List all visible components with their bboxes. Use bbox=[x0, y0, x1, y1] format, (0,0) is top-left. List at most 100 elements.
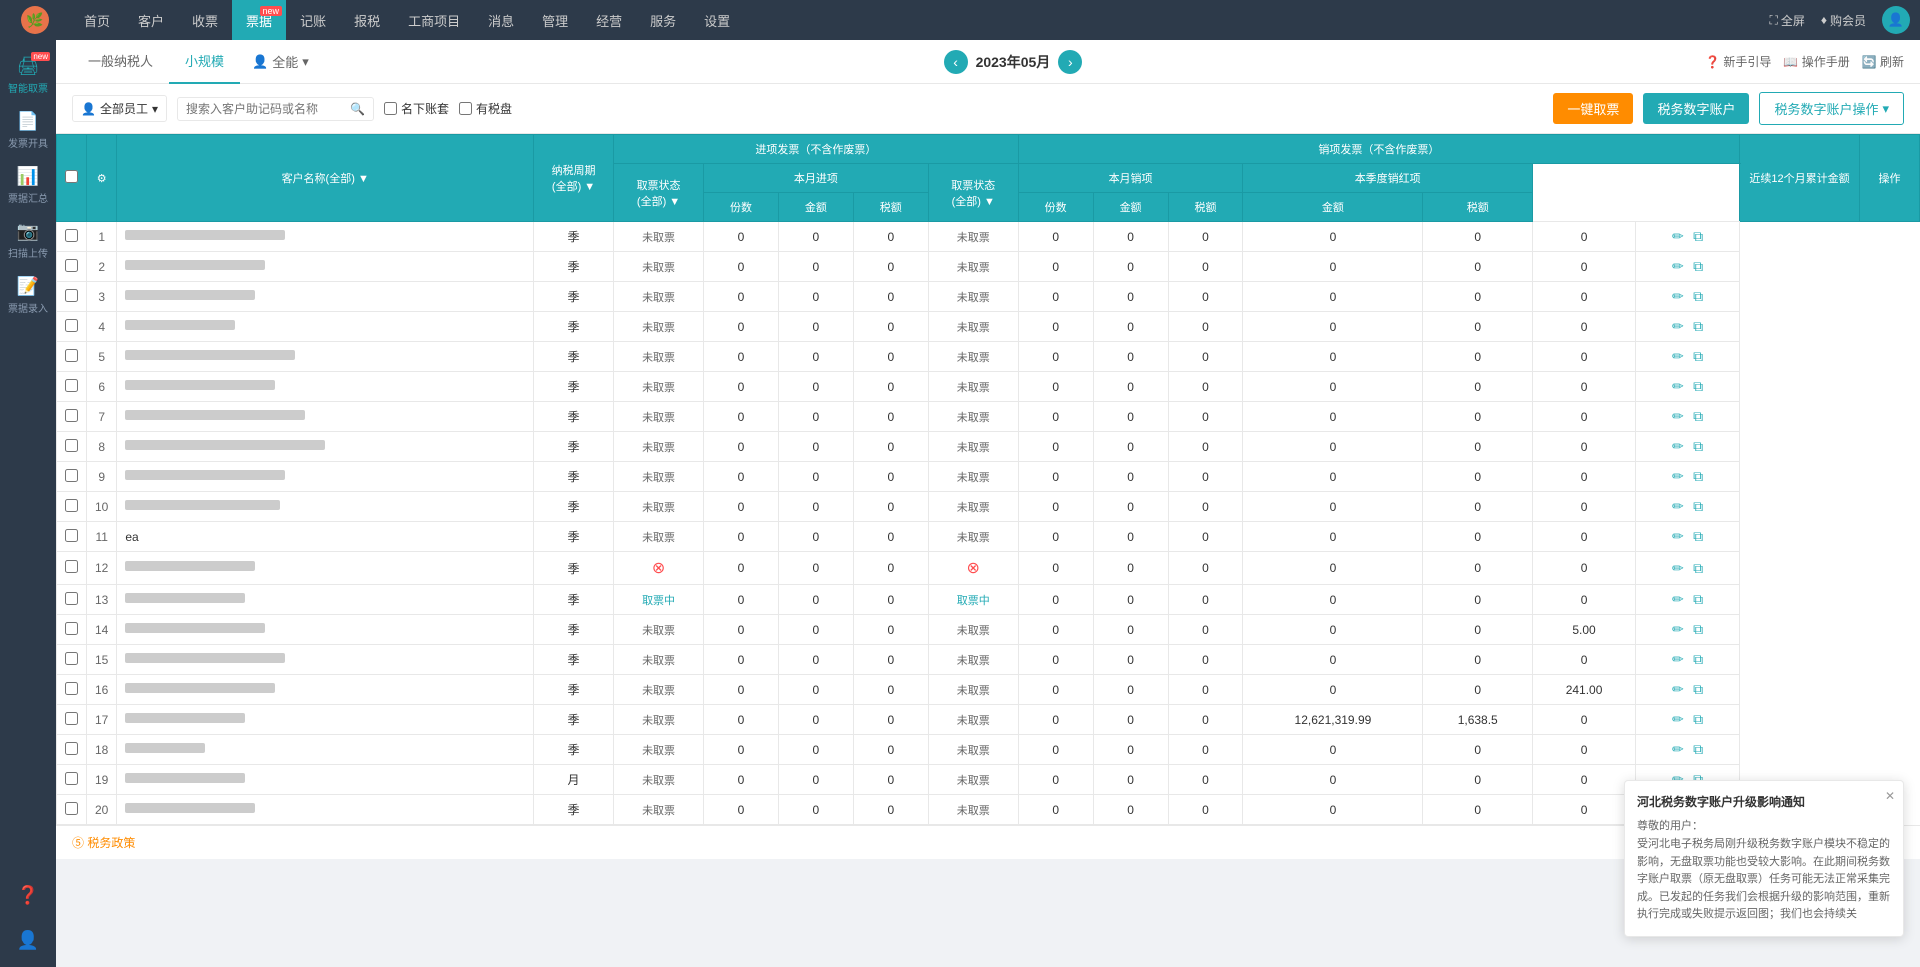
prev-month-button[interactable]: ‹ bbox=[944, 50, 968, 74]
row-checkbox[interactable] bbox=[65, 622, 78, 635]
row-checkbox[interactable] bbox=[65, 652, 78, 665]
copy-button[interactable]: ⧉ bbox=[1690, 228, 1706, 245]
row-checkbox[interactable] bbox=[65, 529, 78, 542]
tab-general-taxpayer[interactable]: 一般纳税人 bbox=[72, 40, 169, 84]
edit-button[interactable]: ✏ bbox=[1669, 741, 1687, 758]
nav-business[interactable]: 工商项目 bbox=[394, 0, 474, 40]
next-month-button[interactable]: › bbox=[1058, 50, 1082, 74]
edit-button[interactable]: ✏ bbox=[1669, 621, 1687, 638]
edit-button[interactable]: ✏ bbox=[1669, 318, 1687, 335]
sidebar-item-summary[interactable]: 📊 票据汇总 bbox=[0, 158, 56, 213]
refresh-link[interactable]: 🔄 刷新 bbox=[1862, 53, 1904, 70]
copy-button[interactable]: ⧉ bbox=[1690, 378, 1706, 395]
row-checkbox[interactable] bbox=[65, 439, 78, 452]
copy-button[interactable]: ⧉ bbox=[1690, 348, 1706, 365]
sidebar-item-scan[interactable]: 📷 扫描上传 bbox=[0, 213, 56, 268]
th-tax-period[interactable]: 纳税周期(全部) ▼ bbox=[534, 135, 614, 222]
nav-bookkeeping[interactable]: 记账 bbox=[286, 0, 340, 40]
search-input[interactable] bbox=[186, 102, 346, 116]
nav-customer[interactable]: 客户 bbox=[124, 0, 178, 40]
row-checkbox[interactable] bbox=[65, 319, 78, 332]
edit-button[interactable]: ✏ bbox=[1669, 651, 1687, 668]
nav-settings[interactable]: 设置 bbox=[690, 0, 744, 40]
sidebar-item-help[interactable]: ❓ bbox=[0, 877, 56, 914]
search-icon[interactable]: 🔍 bbox=[350, 102, 365, 116]
edit-button[interactable]: ✏ bbox=[1669, 528, 1687, 545]
row-checkbox[interactable] bbox=[65, 592, 78, 605]
edit-button[interactable]: ✏ bbox=[1669, 288, 1687, 305]
edit-button[interactable]: ✏ bbox=[1669, 498, 1687, 515]
nav-tax[interactable]: 报税 bbox=[340, 0, 394, 40]
nav-service[interactable]: 服务 bbox=[636, 0, 690, 40]
sidebar-item-issue-invoice[interactable]: 📄 发票开具 bbox=[0, 103, 56, 158]
copy-button[interactable]: ⧉ bbox=[1690, 528, 1706, 545]
copy-button[interactable]: ⧉ bbox=[1690, 560, 1706, 577]
row-checkbox[interactable] bbox=[65, 560, 78, 573]
tax-disk-checkbox[interactable] bbox=[459, 102, 472, 115]
nav-ticket[interactable]: 票据 new bbox=[232, 0, 286, 40]
sidebar-item-entry[interactable]: 📝 票据录入 bbox=[0, 268, 56, 323]
select-all-checkbox[interactable] bbox=[65, 170, 78, 183]
one-key-fetch-button[interactable]: 一键取票 bbox=[1553, 93, 1633, 124]
edit-button[interactable]: ✏ bbox=[1669, 258, 1687, 275]
row-checkbox[interactable] bbox=[65, 712, 78, 725]
tab-full[interactable]: 👤 全能 ▾ bbox=[240, 52, 321, 71]
edit-button[interactable]: ✏ bbox=[1669, 560, 1687, 577]
nav-receive[interactable]: 收票 bbox=[178, 0, 232, 40]
copy-button[interactable]: ⧉ bbox=[1690, 711, 1706, 728]
account-checkbox[interactable] bbox=[384, 102, 397, 115]
row-checkbox[interactable] bbox=[65, 349, 78, 362]
row-checkbox[interactable] bbox=[65, 469, 78, 482]
row-checkbox[interactable] bbox=[65, 682, 78, 695]
th-customer[interactable]: 客户名称(全部) ▼ bbox=[117, 135, 534, 222]
logo[interactable]: 🌿 bbox=[10, 6, 60, 34]
edit-button[interactable]: ✏ bbox=[1669, 438, 1687, 455]
th-fetch-status-out[interactable]: 取票状态(全部) ▼ bbox=[928, 164, 1018, 222]
edit-button[interactable]: ✏ bbox=[1669, 591, 1687, 608]
nav-home[interactable]: 首页 bbox=[70, 0, 124, 40]
copy-button[interactable]: ⧉ bbox=[1690, 288, 1706, 305]
row-checkbox[interactable] bbox=[65, 499, 78, 512]
edit-button[interactable]: ✏ bbox=[1669, 468, 1687, 485]
sidebar-item-smart-fetch[interactable]: 🖨 智能取票 new bbox=[0, 48, 56, 103]
employee-filter[interactable]: 👤 全部员工 ▾ bbox=[72, 95, 167, 122]
edit-button[interactable]: ✏ bbox=[1669, 711, 1687, 728]
tax-operation-button[interactable]: 税务数字账户操作 ▾ bbox=[1759, 92, 1904, 125]
row-checkbox[interactable] bbox=[65, 379, 78, 392]
copy-button[interactable]: ⧉ bbox=[1690, 318, 1706, 335]
copy-button[interactable]: ⧉ bbox=[1690, 438, 1706, 455]
copy-button[interactable]: ⧉ bbox=[1690, 621, 1706, 638]
copy-button[interactable]: ⧉ bbox=[1690, 651, 1706, 668]
tax-disk-filter[interactable]: 有税盘 bbox=[459, 100, 512, 117]
edit-button[interactable]: ✏ bbox=[1669, 681, 1687, 698]
edit-button[interactable]: ✏ bbox=[1669, 378, 1687, 395]
row-checkbox[interactable] bbox=[65, 802, 78, 815]
popup-close-button[interactable]: ✕ bbox=[1885, 789, 1895, 803]
copy-button[interactable]: ⧉ bbox=[1690, 741, 1706, 758]
row-checkbox[interactable] bbox=[65, 259, 78, 272]
copy-button[interactable]: ⧉ bbox=[1690, 408, 1706, 425]
row-checkbox[interactable] bbox=[65, 229, 78, 242]
nav-operation[interactable]: 经营 bbox=[582, 0, 636, 40]
tax-digital-button[interactable]: 税务数字账户 bbox=[1643, 93, 1749, 124]
fullscreen-button[interactable]: ⛶ 全屏 bbox=[1769, 12, 1804, 29]
member-button[interactable]: ♦ 购会员 bbox=[1821, 12, 1866, 29]
nav-manage[interactable]: 管理 bbox=[528, 0, 582, 40]
nav-message[interactable]: 消息 bbox=[474, 0, 528, 40]
tab-small-scale[interactable]: 小规模 bbox=[169, 40, 240, 84]
new-guide-link[interactable]: ❓ 新手引导 bbox=[1705, 53, 1771, 70]
row-checkbox[interactable] bbox=[65, 409, 78, 422]
row-checkbox[interactable] bbox=[65, 289, 78, 302]
copy-button[interactable]: ⧉ bbox=[1690, 591, 1706, 608]
manual-link[interactable]: 📖 操作手册 bbox=[1783, 53, 1849, 70]
user-avatar[interactable]: 👤 bbox=[1882, 6, 1910, 34]
row-checkbox[interactable] bbox=[65, 742, 78, 755]
copy-button[interactable]: ⧉ bbox=[1690, 498, 1706, 515]
edit-button[interactable]: ✏ bbox=[1669, 228, 1687, 245]
copy-button[interactable]: ⧉ bbox=[1690, 258, 1706, 275]
sidebar-item-user[interactable]: 👤 bbox=[0, 922, 56, 959]
tax-policy-link[interactable]: ⑤ 税务政策 bbox=[72, 834, 135, 851]
account-filter[interactable]: 名下账套 bbox=[384, 100, 449, 117]
th-fetch-status-in[interactable]: 取票状态(全部) ▼ bbox=[614, 164, 704, 222]
copy-button[interactable]: ⧉ bbox=[1690, 468, 1706, 485]
